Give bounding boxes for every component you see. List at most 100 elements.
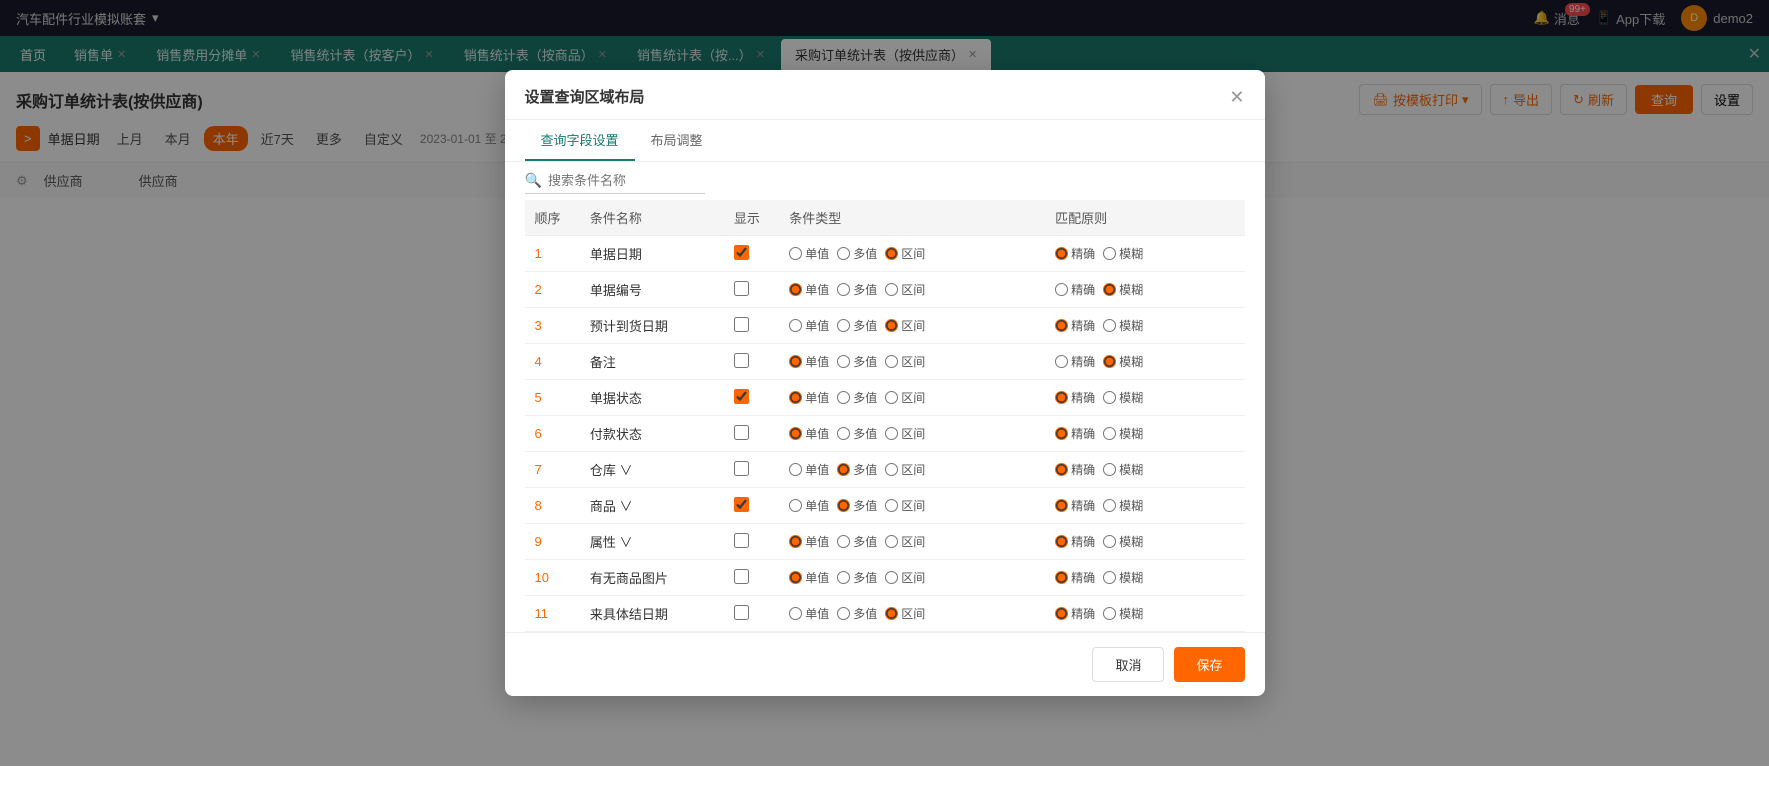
match-radio-fuzzy-1[interactable] <box>1103 283 1116 296</box>
checkbox-7[interactable] <box>734 497 749 512</box>
type-range-3[interactable]: 区间 <box>885 353 925 370</box>
type-radio-single-5[interactable] <box>789 427 802 440</box>
match-radio-exact-4[interactable] <box>1055 391 1068 404</box>
type-radio-range-6[interactable] <box>885 463 898 476</box>
row-check-8[interactable] <box>724 524 779 560</box>
type-radio-multi-4[interactable] <box>837 391 850 404</box>
type-radio-range-3[interactable] <box>885 355 898 368</box>
type-single-10[interactable]: 单值 <box>789 605 829 622</box>
type-range-4[interactable]: 区间 <box>885 389 925 406</box>
match-exact-9[interactable]: 精确 <box>1055 569 1095 586</box>
type-multi-0[interactable]: 多值 <box>837 245 877 262</box>
type-single-8[interactable]: 单值 <box>789 533 829 550</box>
match-exact-5[interactable]: 精确 <box>1055 425 1095 442</box>
modal-tab-layout[interactable]: 布局调整 <box>635 120 719 161</box>
type-radio-range-9[interactable] <box>885 571 898 584</box>
match-radio-exact-7[interactable] <box>1055 499 1068 512</box>
row-check-7[interactable] <box>724 488 779 524</box>
type-range-7[interactable]: 区间 <box>885 497 925 514</box>
match-radio-fuzzy-3[interactable] <box>1103 355 1116 368</box>
type-radio-range-8[interactable] <box>885 535 898 548</box>
match-radio-exact-6[interactable] <box>1055 463 1068 476</box>
type-single-3[interactable]: 单值 <box>789 353 829 370</box>
type-radio-multi-5[interactable] <box>837 427 850 440</box>
match-exact-6[interactable]: 精确 <box>1055 461 1095 478</box>
type-single-2[interactable]: 单值 <box>789 317 829 334</box>
checkbox-3[interactable] <box>734 353 749 368</box>
match-radio-fuzzy-6[interactable] <box>1103 463 1116 476</box>
type-multi-6[interactable]: 多值 <box>837 461 877 478</box>
type-single-6[interactable]: 单值 <box>789 461 829 478</box>
type-radio-range-2[interactable] <box>885 319 898 332</box>
type-multi-2[interactable]: 多值 <box>837 317 877 334</box>
match-radio-fuzzy-8[interactable] <box>1103 535 1116 548</box>
type-radio-single-7[interactable] <box>789 499 802 512</box>
type-radio-multi-7[interactable] <box>837 499 850 512</box>
type-range-0[interactable]: 区间 <box>885 245 925 262</box>
type-radio-single-1[interactable] <box>789 283 802 296</box>
row-check-9[interactable] <box>724 560 779 596</box>
type-range-10[interactable]: 区间 <box>885 605 925 622</box>
type-range-1[interactable]: 区间 <box>885 281 925 298</box>
modal-tab-fields[interactable]: 查询字段设置 <box>525 120 635 161</box>
row-check-0[interactable] <box>724 236 779 272</box>
type-radio-single-8[interactable] <box>789 535 802 548</box>
type-multi-7[interactable]: 多值 <box>837 497 877 514</box>
type-radio-single-2[interactable] <box>789 319 802 332</box>
match-exact-3[interactable]: 精确 <box>1055 353 1095 370</box>
match-fuzzy-6[interactable]: 模糊 <box>1103 461 1143 478</box>
match-exact-1[interactable]: 精确 <box>1055 281 1095 298</box>
row-check-2[interactable] <box>724 308 779 344</box>
match-radio-exact-1[interactable] <box>1055 283 1068 296</box>
checkbox-5[interactable] <box>734 425 749 440</box>
type-radio-range-0[interactable] <box>885 247 898 260</box>
type-radio-multi-3[interactable] <box>837 355 850 368</box>
type-radio-range-4[interactable] <box>885 391 898 404</box>
match-exact-4[interactable]: 精确 <box>1055 389 1095 406</box>
match-radio-fuzzy-10[interactable] <box>1103 607 1116 620</box>
match-fuzzy-5[interactable]: 模糊 <box>1103 425 1143 442</box>
type-radio-multi-10[interactable] <box>837 607 850 620</box>
type-single-1[interactable]: 单值 <box>789 281 829 298</box>
type-range-6[interactable]: 区间 <box>885 461 925 478</box>
type-radio-single-4[interactable] <box>789 391 802 404</box>
type-single-0[interactable]: 单值 <box>789 245 829 262</box>
checkbox-9[interactable] <box>734 569 749 584</box>
type-radio-range-5[interactable] <box>885 427 898 440</box>
match-radio-fuzzy-0[interactable] <box>1103 247 1116 260</box>
type-radio-multi-2[interactable] <box>837 319 850 332</box>
match-exact-7[interactable]: 精确 <box>1055 497 1095 514</box>
row-check-1[interactable] <box>724 272 779 308</box>
type-radio-single-9[interactable] <box>789 571 802 584</box>
type-radio-multi-8[interactable] <box>837 535 850 548</box>
type-radio-multi-6[interactable] <box>837 463 850 476</box>
match-fuzzy-3[interactable]: 模糊 <box>1103 353 1143 370</box>
match-radio-fuzzy-7[interactable] <box>1103 499 1116 512</box>
checkbox-6[interactable] <box>734 461 749 476</box>
match-fuzzy-9[interactable]: 模糊 <box>1103 569 1143 586</box>
type-range-2[interactable]: 区间 <box>885 317 925 334</box>
type-radio-multi-1[interactable] <box>837 283 850 296</box>
checkbox-2[interactable] <box>734 317 749 332</box>
type-radio-single-6[interactable] <box>789 463 802 476</box>
type-radio-single-0[interactable] <box>789 247 802 260</box>
match-exact-8[interactable]: 精确 <box>1055 533 1095 550</box>
match-fuzzy-2[interactable]: 模糊 <box>1103 317 1143 334</box>
type-range-5[interactable]: 区间 <box>885 425 925 442</box>
match-radio-fuzzy-9[interactable] <box>1103 571 1116 584</box>
type-multi-9[interactable]: 多值 <box>837 569 877 586</box>
row-check-10[interactable] <box>724 596 779 632</box>
match-fuzzy-8[interactable]: 模糊 <box>1103 533 1143 550</box>
search-input[interactable] <box>548 173 705 188</box>
match-radio-exact-8[interactable] <box>1055 535 1068 548</box>
type-multi-4[interactable]: 多值 <box>837 389 877 406</box>
type-range-8[interactable]: 区间 <box>885 533 925 550</box>
checkbox-10[interactable] <box>734 605 749 620</box>
match-fuzzy-4[interactable]: 模糊 <box>1103 389 1143 406</box>
type-range-9[interactable]: 区间 <box>885 569 925 586</box>
type-single-5[interactable]: 单值 <box>789 425 829 442</box>
save-button[interactable]: 保存 <box>1174 647 1244 682</box>
type-radio-range-10[interactable] <box>885 607 898 620</box>
match-exact-2[interactable]: 精确 <box>1055 317 1095 334</box>
row-check-6[interactable] <box>724 452 779 488</box>
